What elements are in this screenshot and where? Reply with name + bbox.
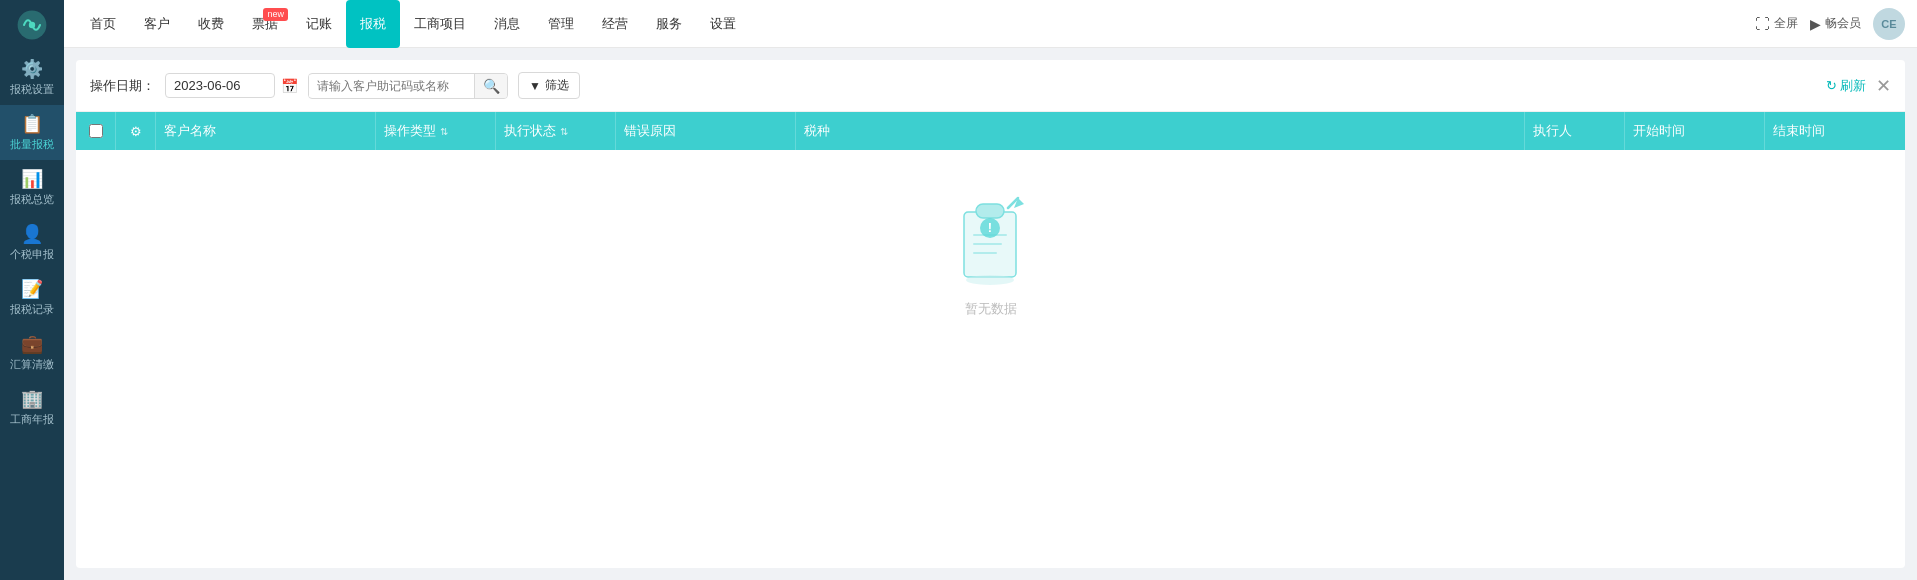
empty-illustration: ! [946,190,1036,290]
th-error-reason: 错误原因 [616,112,796,150]
nav-tax[interactable]: 报税 [346,0,400,48]
nav-home[interactable]: 首页 [76,0,130,48]
th-customer-name: 客户名称 [156,112,376,150]
sort-icon: ⇅ [560,126,568,137]
date-input[interactable] [165,73,275,98]
sidebar-item-settlement[interactable]: 💼 汇算清缴 [0,325,64,380]
th-settings[interactable]: ⚙ [116,112,156,150]
filter-button[interactable]: ▼ 筛选 [518,72,580,99]
refresh-button[interactable]: ↻ 刷新 [1826,77,1866,95]
th-tax-type: 税种 [796,112,1525,150]
th-operation-type[interactable]: 操作类型 ⇅ [376,112,496,150]
batch-tax-icon: 📋 [21,115,43,133]
sidebar-item-label: 报税总览 [10,192,54,207]
search-wrap: 🔍 [308,73,508,99]
sidebar-item-label: 批量报税 [10,137,54,152]
tax-records-icon: 📝 [21,280,43,298]
sidebar-item-batch-tax[interactable]: 📋 批量报税 [0,105,64,160]
th-exec-status[interactable]: 执行状态 ⇅ [496,112,616,150]
main-area: 首页 客户 收费 票据 new 记账 报税 工商项目 消息 管理 经营 服务 设… [64,0,1917,580]
svg-point-1 [29,22,35,28]
nav-customer[interactable]: 客户 [130,0,184,48]
search-input[interactable] [309,75,474,97]
tax-settings-icon: ⚙️ [21,60,43,78]
nav-billing[interactable]: 收费 [184,0,238,48]
refresh-icon: ↻ [1826,78,1837,93]
th-end-time: 结束时间 [1765,112,1905,150]
empty-text: 暂无数据 [965,300,1017,318]
toolbar-right: ↻ 刷新 ✕ [1826,77,1891,95]
close-button[interactable]: ✕ [1876,77,1891,95]
nav-invoice[interactable]: 票据 new [238,0,292,48]
refresh-label: 刷新 [1840,77,1866,95]
sidebar-item-tax-settings[interactable]: ⚙️ 报税设置 [0,50,64,105]
sidebar-item-label: 报税记录 [10,302,54,317]
toolbar: 操作日期： 📅 🔍 ▼ 筛选 ↻ 刷新 [76,60,1905,112]
nav-operations[interactable]: 经营 [588,0,642,48]
svg-point-11 [966,275,1014,285]
sidebar-item-tax-records[interactable]: 📝 报税记录 [0,270,64,325]
sidebar-item-label: 工商年报 [10,412,54,427]
nav-messages[interactable]: 消息 [480,0,534,48]
table-panel: 操作日期： 📅 🔍 ▼ 筛选 ↻ 刷新 [76,60,1905,568]
sort-icon: ⇅ [440,126,448,137]
search-button[interactable]: 🔍 [474,74,508,98]
filter-label: 筛选 [545,77,569,94]
sidebar-logo [0,0,64,50]
member-button[interactable]: ▶ 畅会员 [1810,15,1861,32]
annual-report-icon: 🏢 [21,390,43,408]
settlement-icon: 💼 [21,335,43,353]
sidebar-item-label: 报税设置 [10,82,54,97]
sidebar-item-label: 汇算清缴 [10,357,54,372]
avatar[interactable]: CE [1873,8,1905,40]
sidebar-item-annual-report[interactable]: 🏢 工商年报 [0,380,64,435]
empty-state: ! 暂无数据 [76,150,1905,358]
nav-accounting[interactable]: 记账 [292,0,346,48]
topnav: 首页 客户 收费 票据 new 记账 报税 工商项目 消息 管理 经营 服务 设… [64,0,1917,48]
invoice-badge: new [263,8,288,22]
sidebar: ⚙️ 报税设置 📋 批量报税 📊 报税总览 👤 个税申报 📝 报税记录 💼 汇算… [0,0,64,580]
calendar-icon: 📅 [281,78,298,94]
video-icon: ▶ [1810,16,1821,32]
personal-tax-icon: 👤 [21,225,43,243]
nav-service[interactable]: 服务 [642,0,696,48]
nav-settings[interactable]: 设置 [696,0,750,48]
nav-business[interactable]: 工商项目 [400,0,480,48]
table-header: ⚙ 客户名称 操作类型 ⇅ 执行状态 ⇅ 错误原因 税种 [76,112,1905,150]
tax-overview-icon: 📊 [21,170,43,188]
search-icon: 🔍 [483,78,500,94]
nav-management[interactable]: 管理 [534,0,588,48]
th-executor: 执行人 [1525,112,1625,150]
sidebar-item-label: 个税申报 [10,247,54,262]
fullscreen-button[interactable]: ⛶ 全屏 [1755,15,1798,32]
date-label: 操作日期： [90,77,155,95]
settings-icon: ⚙ [130,124,142,139]
sidebar-item-tax-overview[interactable]: 📊 报税总览 [0,160,64,215]
sidebar-item-personal-tax[interactable]: 👤 个税申报 [0,215,64,270]
topnav-right: ⛶ 全屏 ▶ 畅会员 CE [1755,8,1905,40]
th-start-time: 开始时间 [1625,112,1765,150]
select-all-checkbox[interactable] [89,124,103,138]
svg-text:!: ! [987,220,991,235]
filter-icon: ▼ [529,79,541,93]
svg-rect-3 [976,204,1004,218]
th-checkbox[interactable] [76,112,116,150]
fullscreen-icon: ⛶ [1755,15,1770,32]
content-area: 操作日期： 📅 🔍 ▼ 筛选 ↻ 刷新 [64,48,1917,580]
table-body: ! 暂无数据 [76,150,1905,568]
